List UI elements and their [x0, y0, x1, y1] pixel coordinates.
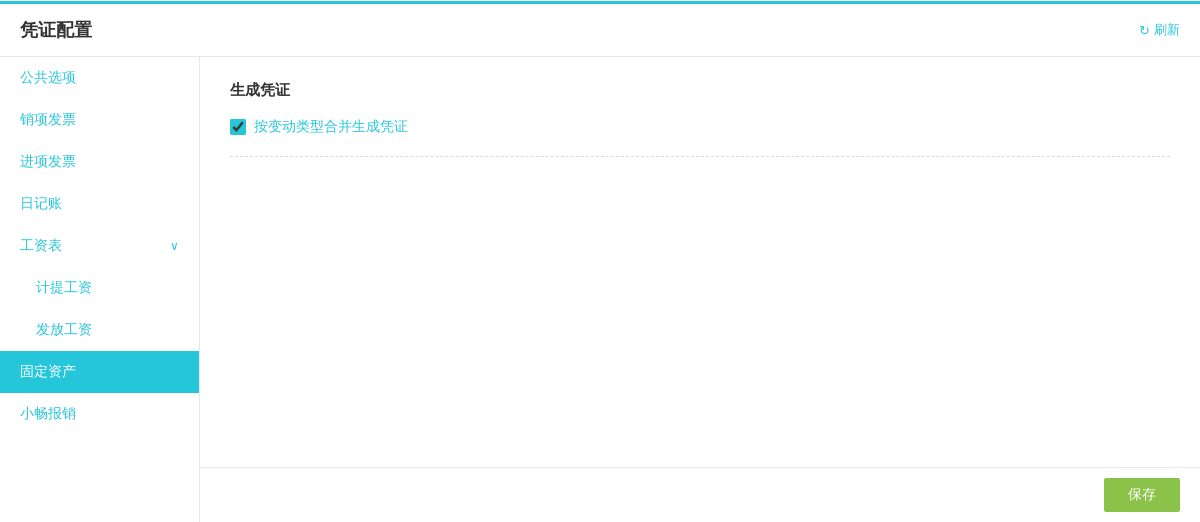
sidebar-item-calc-salary[interactable]: 计提工资	[0, 267, 199, 309]
sidebar-item-expense-label: 小畅报销	[20, 405, 76, 423]
refresh-button[interactable]: ↻ 刷新	[1139, 21, 1180, 39]
sidebar-item-sales-invoice[interactable]: 销项发票	[0, 99, 199, 141]
sidebar-item-public-label: 公共选项	[20, 69, 76, 87]
page-header: 凭证配置 ↻ 刷新	[0, 4, 1200, 57]
footer: 保存	[200, 467, 1200, 522]
main-content: 公共选项 销项发票 进项发票 日记账 工资表 ∨ 计提工资 发放工资 固定资产 …	[0, 57, 1200, 522]
sidebar-item-pay-salary[interactable]: 发放工资	[0, 309, 199, 351]
content-area: 生成凭证 按变动类型合并生成凭证	[200, 57, 1200, 522]
sidebar-item-expense[interactable]: 小畅报销	[0, 393, 199, 435]
refresh-icon: ↻	[1139, 23, 1150, 38]
save-button[interactable]: 保存	[1104, 478, 1180, 512]
merge-by-type-label[interactable]: 按变动类型合并生成凭证	[254, 118, 408, 136]
top-bar	[0, 0, 1200, 4]
page-title: 凭证配置	[20, 18, 92, 42]
sidebar: 公共选项 销项发票 进项发票 日记账 工资表 ∨ 计提工资 发放工资 固定资产 …	[0, 57, 200, 522]
section-title: 生成凭证	[230, 81, 1170, 100]
refresh-label: 刷新	[1154, 21, 1180, 39]
checkbox-row: 按变动类型合并生成凭证	[230, 118, 1170, 136]
sidebar-item-fixed-assets-label: 固定资产	[20, 363, 76, 381]
sidebar-item-calc-salary-label: 计提工资	[36, 279, 92, 297]
section-divider	[230, 156, 1170, 157]
sidebar-item-payroll[interactable]: 工资表 ∨	[0, 225, 199, 267]
sidebar-item-journal-label: 日记账	[20, 195, 62, 213]
sidebar-item-journal[interactable]: 日记账	[0, 183, 199, 225]
merge-by-type-checkbox[interactable]	[230, 119, 246, 135]
sidebar-item-public[interactable]: 公共选项	[0, 57, 199, 99]
sidebar-item-pay-salary-label: 发放工资	[36, 321, 92, 339]
chevron-down-icon: ∨	[170, 239, 179, 253]
sidebar-item-sales-invoice-label: 销项发票	[20, 111, 76, 129]
sidebar-item-purchase-invoice-label: 进项发票	[20, 153, 76, 171]
sidebar-item-purchase-invoice[interactable]: 进项发票	[0, 141, 199, 183]
sidebar-item-payroll-label: 工资表	[20, 237, 62, 255]
sidebar-item-fixed-assets[interactable]: 固定资产	[0, 351, 199, 393]
